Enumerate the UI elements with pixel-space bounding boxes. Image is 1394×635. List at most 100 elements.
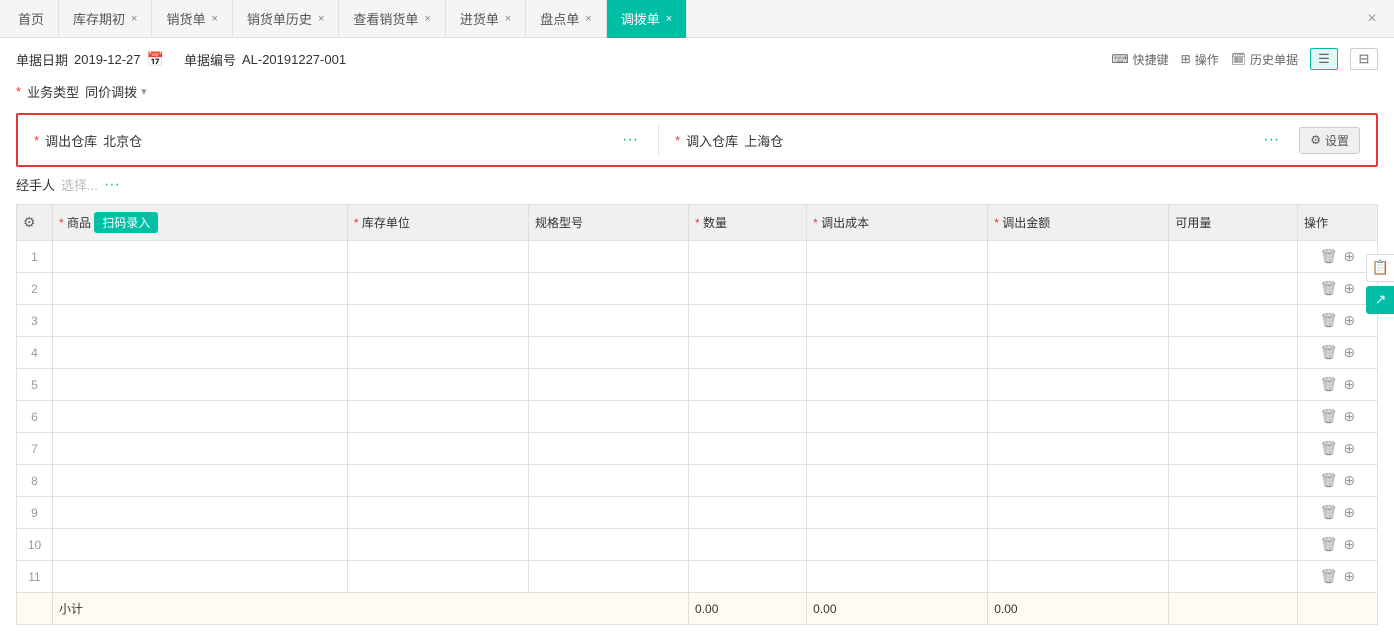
qty-cell[interactable] (689, 401, 807, 433)
tab-home[interactable]: 首页 (4, 0, 59, 38)
out-warehouse-more-button[interactable]: ··· (618, 131, 642, 149)
settings-button[interactable]: ⚙ 设置 (1299, 127, 1360, 154)
close-icon[interactable]: × (131, 13, 137, 25)
business-type-dropdown[interactable]: 同价调拨 ▾ (85, 82, 147, 101)
header-row: 单据日期 2019-12-27 📅 单据编号 AL-20191227-001 ⌨… (16, 48, 1378, 70)
shortcut-action[interactable]: ⌨ 快捷键 (1111, 51, 1168, 68)
product-cell[interactable] (53, 529, 348, 561)
operation-action[interactable]: ⊞ 操作 (1181, 51, 1219, 68)
qty-cell[interactable] (689, 561, 807, 593)
copy-icon[interactable]: ⊕ (1344, 376, 1356, 393)
product-cell[interactable] (53, 273, 348, 305)
subtotal-row: 小计 0.00 0.00 0.00 (17, 593, 1378, 625)
product-cell[interactable] (53, 369, 348, 401)
tab-purchase[interactable]: 进货单 × (446, 0, 526, 38)
row-num: 9 (17, 497, 53, 529)
copy-icon[interactable]: ⊕ (1344, 472, 1356, 489)
delete-icon[interactable]: 🗑 (1320, 536, 1338, 553)
copy-icon[interactable]: ⊕ (1344, 536, 1356, 553)
tab-inventory-init[interactable]: 库存期初 × (59, 0, 152, 38)
tab-sales[interactable]: 销货单 × (152, 0, 232, 38)
close-icon[interactable]: × (666, 13, 672, 25)
handler-placeholder[interactable]: 选择... (61, 175, 98, 194)
cost-cell[interactable] (807, 497, 988, 529)
copy-icon[interactable]: ⊕ (1344, 248, 1356, 265)
product-cell[interactable] (53, 401, 348, 433)
qty-cell[interactable] (689, 273, 807, 305)
close-icon[interactable]: × (318, 13, 324, 25)
product-cell[interactable] (53, 305, 348, 337)
cost-cell[interactable] (807, 561, 988, 593)
copy-icon[interactable]: ⊕ (1344, 568, 1356, 585)
sidebar-expand-button[interactable]: ↗ (1366, 286, 1394, 314)
cost-cell[interactable] (807, 465, 988, 497)
available-cell (1169, 401, 1298, 433)
delete-icon[interactable]: 🗑 (1320, 440, 1338, 457)
product-cell[interactable] (53, 465, 348, 497)
delete-icon[interactable]: 🗑 (1320, 472, 1338, 489)
product-cell[interactable] (53, 497, 348, 529)
delete-icon[interactable]: 🗑 (1320, 408, 1338, 425)
handler-more-button[interactable]: ··· (104, 176, 120, 194)
available-cell (1169, 337, 1298, 369)
cost-cell[interactable] (807, 369, 988, 401)
copy-icon[interactable]: ⊕ (1344, 440, 1356, 457)
product-cell[interactable] (53, 337, 348, 369)
th-settings[interactable]: ⚙ (17, 205, 53, 241)
spec-cell (528, 273, 688, 305)
chevron-down-icon: ▾ (141, 85, 147, 98)
scan-button[interactable]: 扫码录入 (94, 212, 158, 233)
copy-icon[interactable]: ⊕ (1344, 312, 1356, 329)
cost-cell[interactable] (807, 433, 988, 465)
delete-icon[interactable]: 🗑 (1320, 312, 1338, 329)
close-icon[interactable]: × (505, 13, 511, 25)
subtotal-label: 小计 (53, 593, 689, 625)
qty-cell[interactable] (689, 305, 807, 337)
tab-sales-history[interactable]: 销货单历史 × (233, 0, 339, 38)
qty-cell[interactable] (689, 369, 807, 401)
calendar-icon[interactable]: 📅 (147, 51, 164, 68)
grid-view-button[interactable]: ⊟ (1350, 48, 1378, 70)
cost-cell[interactable] (807, 337, 988, 369)
qty-cell[interactable] (689, 337, 807, 369)
delete-icon[interactable]: 🗑 (1320, 344, 1338, 361)
cost-cell[interactable] (807, 241, 988, 273)
history-action[interactable]: 🗓 历史单据 (1231, 51, 1298, 68)
qty-cell[interactable] (689, 433, 807, 465)
ops-cell: 🗑⊕ (1298, 337, 1378, 369)
cost-cell[interactable] (807, 401, 988, 433)
sidebar-notes-button[interactable]: 📋 (1366, 254, 1394, 282)
qty-cell[interactable] (689, 529, 807, 561)
cost-cell[interactable] (807, 305, 988, 337)
qty-cell[interactable] (689, 241, 807, 273)
list-view-button[interactable]: ☰ (1310, 48, 1338, 70)
copy-icon[interactable]: ⊕ (1344, 504, 1356, 521)
qty-cell[interactable] (689, 497, 807, 529)
product-cell[interactable] (53, 241, 348, 273)
product-cell[interactable] (53, 433, 348, 465)
delete-icon[interactable]: 🗑 (1320, 280, 1338, 297)
tab-view-sales[interactable]: 查看销货单 × (339, 0, 445, 38)
row-num: 8 (17, 465, 53, 497)
in-warehouse-more-button[interactable]: ··· (1259, 131, 1283, 149)
close-icon[interactable]: × (211, 13, 217, 25)
copy-icon[interactable]: ⊕ (1344, 344, 1356, 361)
out-warehouse-value: 北京仓 (103, 131, 142, 150)
delete-icon[interactable]: 🗑 (1320, 568, 1338, 585)
tab-transfer[interactable]: 调拨单 × (607, 0, 687, 38)
tab-inventory-check[interactable]: 盘点单 × (526, 0, 606, 38)
delete-icon[interactable]: 🗑 (1320, 248, 1338, 265)
window-close-button[interactable]: × (1354, 0, 1390, 38)
delete-icon[interactable]: 🗑 (1320, 376, 1338, 393)
product-cell[interactable] (53, 561, 348, 593)
th-cost: * 调出成本 (807, 205, 988, 241)
cost-cell[interactable] (807, 273, 988, 305)
qty-cell[interactable] (689, 465, 807, 497)
delete-icon[interactable]: 🗑 (1320, 504, 1338, 521)
copy-icon[interactable]: ⊕ (1344, 408, 1356, 425)
close-icon[interactable]: × (424, 13, 430, 25)
copy-icon[interactable]: ⊕ (1344, 280, 1356, 297)
cost-cell[interactable] (807, 529, 988, 561)
spec-cell (528, 465, 688, 497)
close-icon[interactable]: × (585, 13, 591, 25)
